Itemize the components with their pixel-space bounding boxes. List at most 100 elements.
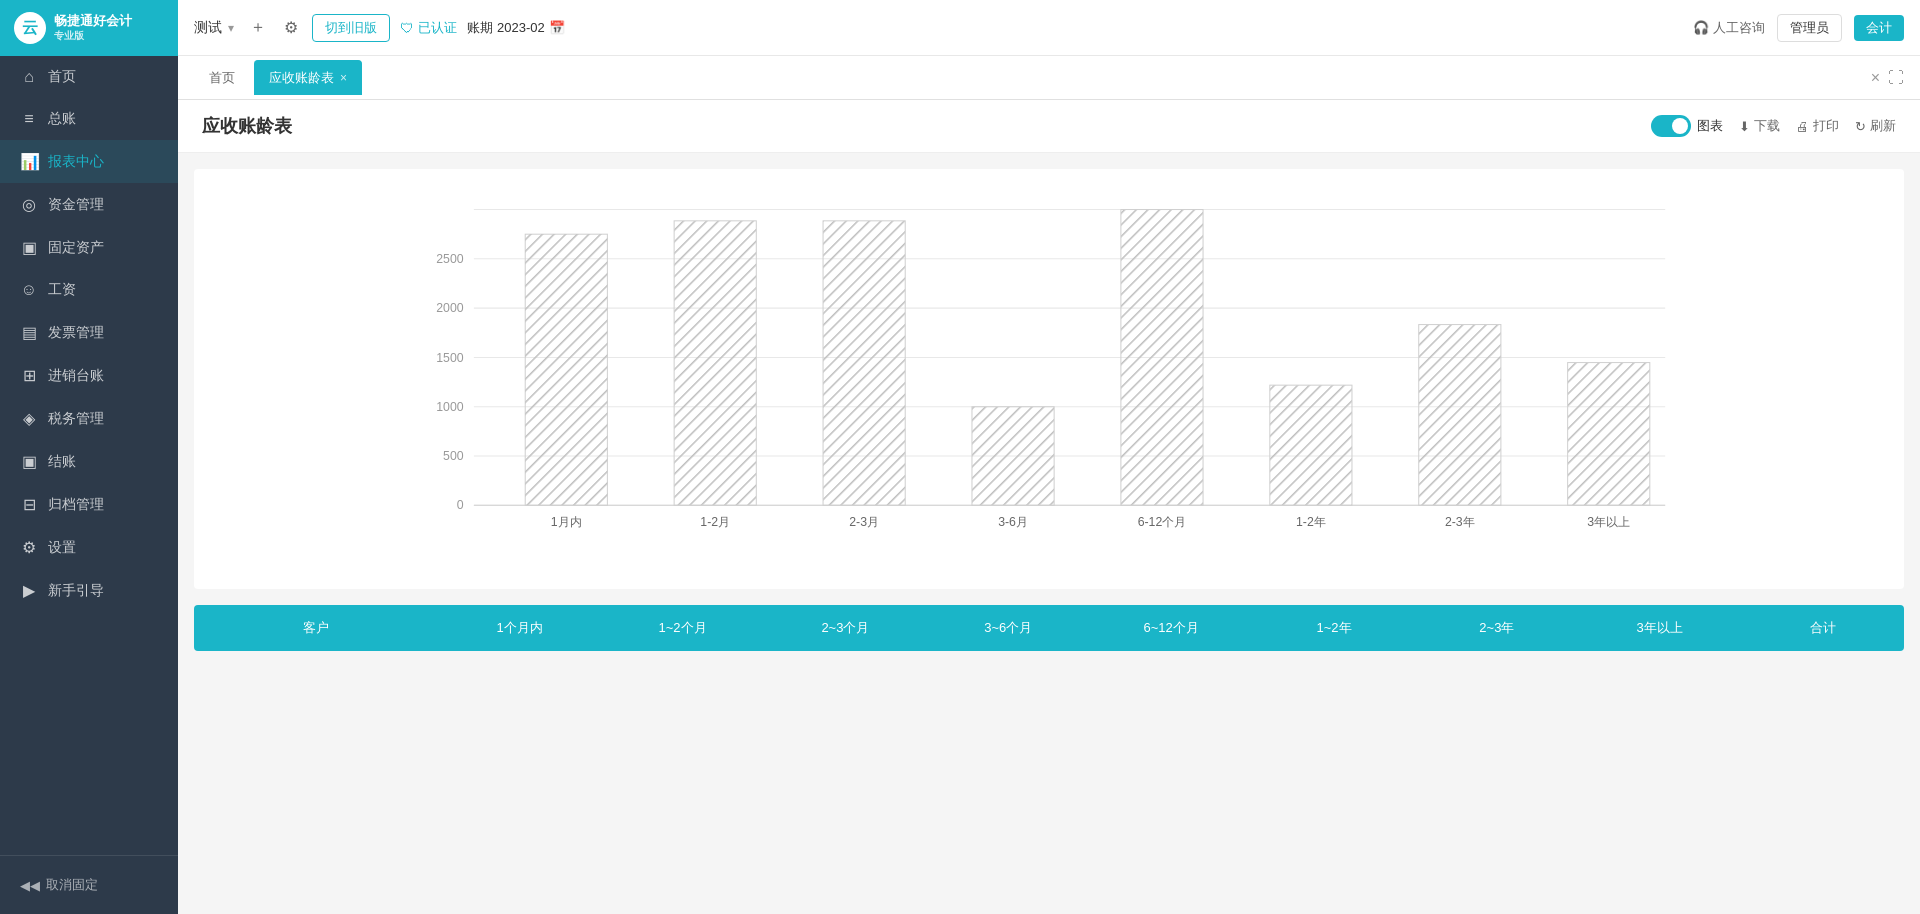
sidebar-label-close: 结账 [48, 453, 76, 471]
sidebar-item-home[interactable]: ⌂ 首页 [0, 56, 178, 98]
app-logo: 云 畅捷通好会计 专业版 [0, 0, 178, 56]
sidebar-item-funds[interactable]: ◎ 资金管理 [0, 183, 178, 226]
app-edition: 专业版 [54, 29, 132, 43]
archive-icon: ⊟ [20, 495, 38, 514]
svg-text:2000: 2000 [436, 301, 464, 315]
sidebar-item-settings[interactable]: ⚙ 设置 [0, 526, 178, 569]
accountant-btn[interactable]: 会计 [1854, 15, 1904, 41]
workspace-selector[interactable]: 测试 ▾ [194, 19, 234, 37]
switch-old-btn[interactable]: 切到旧版 [312, 14, 390, 42]
sidebar-label-home: 首页 [48, 68, 76, 86]
sidebar-label-payroll: 工资 [48, 281, 76, 299]
table-container: 客户 1个月内 1~2个月 2~3个月 3~6个月 6~12个月 1~2年 2~… [194, 605, 1904, 651]
svg-rect-18 [972, 407, 1054, 506]
download-icon: ⬇ [1739, 119, 1750, 134]
tab-bar-actions: × ⛶ [1871, 69, 1904, 87]
svg-text:3年以上: 3年以上 [1587, 515, 1630, 529]
human-service-btn[interactable]: 🎧 人工咨询 [1693, 19, 1765, 37]
col-header-1m: 1个月内 [438, 605, 601, 651]
chart-toggle-label: 图表 [1697, 117, 1723, 135]
svg-rect-21 [1419, 325, 1501, 506]
sidebar-label-funds: 资金管理 [48, 196, 104, 214]
svg-rect-17 [823, 221, 905, 505]
sidebar-label-reports: 报表中心 [48, 153, 104, 171]
svg-text:500: 500 [443, 449, 464, 463]
period-text: 账期 [467, 19, 493, 37]
col-header-3-6m: 3~6个月 [927, 605, 1090, 651]
sidebar-item-tax[interactable]: ◈ 税务管理 [0, 397, 178, 440]
download-btn[interactable]: ⬇ 下载 [1739, 117, 1780, 135]
headset-icon: 🎧 [1693, 20, 1709, 35]
add-button[interactable]: ＋ [246, 13, 270, 42]
bar-chart-svg: 0 500 1000 1500 2000 2500 [214, 189, 1884, 569]
tab-close-icon[interactable]: × [340, 71, 347, 85]
svg-text:0: 0 [457, 498, 464, 512]
page-actions: 图表 ⬇ 下载 🖨 打印 ↻ 刷新 [1651, 115, 1896, 137]
col-header-customer: 客户 [194, 605, 438, 651]
svg-text:2-3月: 2-3月 [849, 515, 879, 529]
sidebar-item-assets[interactable]: ▣ 固定资产 [0, 226, 178, 269]
tab-receivables-label: 应收账龄表 [269, 69, 334, 87]
page-title: 应收账龄表 [202, 114, 292, 138]
expand-icon[interactable]: ⛶ [1888, 69, 1904, 87]
home-icon: ⌂ [20, 68, 38, 86]
sidebar-item-purchase[interactable]: ⊞ 进销台账 [0, 354, 178, 397]
svg-text:3-6月: 3-6月 [998, 515, 1028, 529]
tab-home[interactable]: 首页 [194, 60, 250, 95]
chart-toggle: 图表 [1651, 115, 1723, 137]
svg-text:6-12个月: 6-12个月 [1138, 515, 1187, 529]
certified-badge: 🛡 已认证 [400, 19, 457, 37]
sidebar-item-invoice[interactable]: ▤ 发票管理 [0, 311, 178, 354]
sidebar-item-ledger[interactable]: ≡ 总账 [0, 98, 178, 140]
sidebar-item-payroll[interactable]: ☺ 工资 [0, 269, 178, 311]
close-account-icon: ▣ [20, 452, 38, 471]
workspace-dropdown-icon: ▾ [228, 21, 234, 35]
col-header-6-12m: 6~12个月 [1090, 605, 1253, 651]
certified-label: 已认证 [418, 19, 457, 37]
logo-icon: 云 [14, 12, 46, 44]
svg-rect-22 [1568, 363, 1650, 506]
sidebar-label-archive: 归档管理 [48, 496, 104, 514]
svg-text:1-2月: 1-2月 [700, 515, 730, 529]
main-area: 测试 ▾ ＋ ⚙ 切到旧版 🛡 已认证 账期 2023-02 📅 🎧 人工咨询 … [178, 0, 1920, 914]
cancel-fixed-btn[interactable]: ◀◀ 取消固定 [0, 866, 178, 904]
tax-icon: ◈ [20, 409, 38, 428]
chart-area: 0 500 1000 1500 2000 2500 [214, 189, 1884, 569]
print-icon: 🖨 [1796, 119, 1809, 134]
tab-receivables[interactable]: 应收账龄表 × [254, 60, 362, 95]
sidebar-item-reports[interactable]: 📊 报表中心 [0, 140, 178, 183]
col-header-3y-plus: 3年以上 [1578, 605, 1741, 651]
sidebar-label-assets: 固定资产 [48, 239, 104, 257]
assets-icon: ▣ [20, 238, 38, 257]
col-header-1-2m: 1~2个月 [601, 605, 764, 651]
chart-toggle-switch[interactable] [1651, 115, 1691, 137]
topbar: 测试 ▾ ＋ ⚙ 切到旧版 🛡 已认证 账期 2023-02 📅 🎧 人工咨询 … [178, 0, 1920, 56]
admin-btn[interactable]: 管理员 [1777, 14, 1842, 42]
svg-text:1000: 1000 [436, 400, 464, 414]
invoice-icon: ▤ [20, 323, 38, 342]
close-tab-bar-icon[interactable]: × [1871, 69, 1880, 87]
col-header-2-3m: 2~3个月 [764, 605, 927, 651]
sidebar-item-close[interactable]: ▣ 结账 [0, 440, 178, 483]
sidebar-label-tax: 税务管理 [48, 410, 104, 428]
col-header-total: 合计 [1741, 605, 1904, 651]
svg-text:1500: 1500 [436, 351, 464, 365]
period-info: 账期 2023-02 📅 [467, 19, 565, 37]
svg-text:1月内: 1月内 [551, 515, 582, 529]
refresh-btn[interactable]: ↻ 刷新 [1855, 117, 1896, 135]
download-label: 下载 [1754, 117, 1780, 135]
sidebar-bottom: ◀◀ 取消固定 [0, 855, 178, 914]
reports-icon: 📊 [20, 152, 38, 171]
col-header-1-2y: 1~2年 [1253, 605, 1416, 651]
cancel-fixed-label: 取消固定 [46, 876, 98, 894]
settings-button[interactable]: ⚙ [280, 14, 302, 41]
print-btn[interactable]: 🖨 打印 [1796, 117, 1839, 135]
sidebar-item-archive[interactable]: ⊟ 归档管理 [0, 483, 178, 526]
svg-rect-19 [1121, 210, 1203, 506]
period-value: 2023-02 [497, 20, 545, 35]
table-header: 客户 1个月内 1~2个月 2~3个月 3~6个月 6~12个月 1~2年 2~… [194, 605, 1904, 651]
shield-icon: 🛡 [400, 20, 414, 36]
settings-icon: ⚙ [20, 538, 38, 557]
calendar-icon[interactable]: 📅 [549, 20, 565, 35]
sidebar-item-guide[interactable]: ▶ 新手引导 [0, 569, 178, 612]
